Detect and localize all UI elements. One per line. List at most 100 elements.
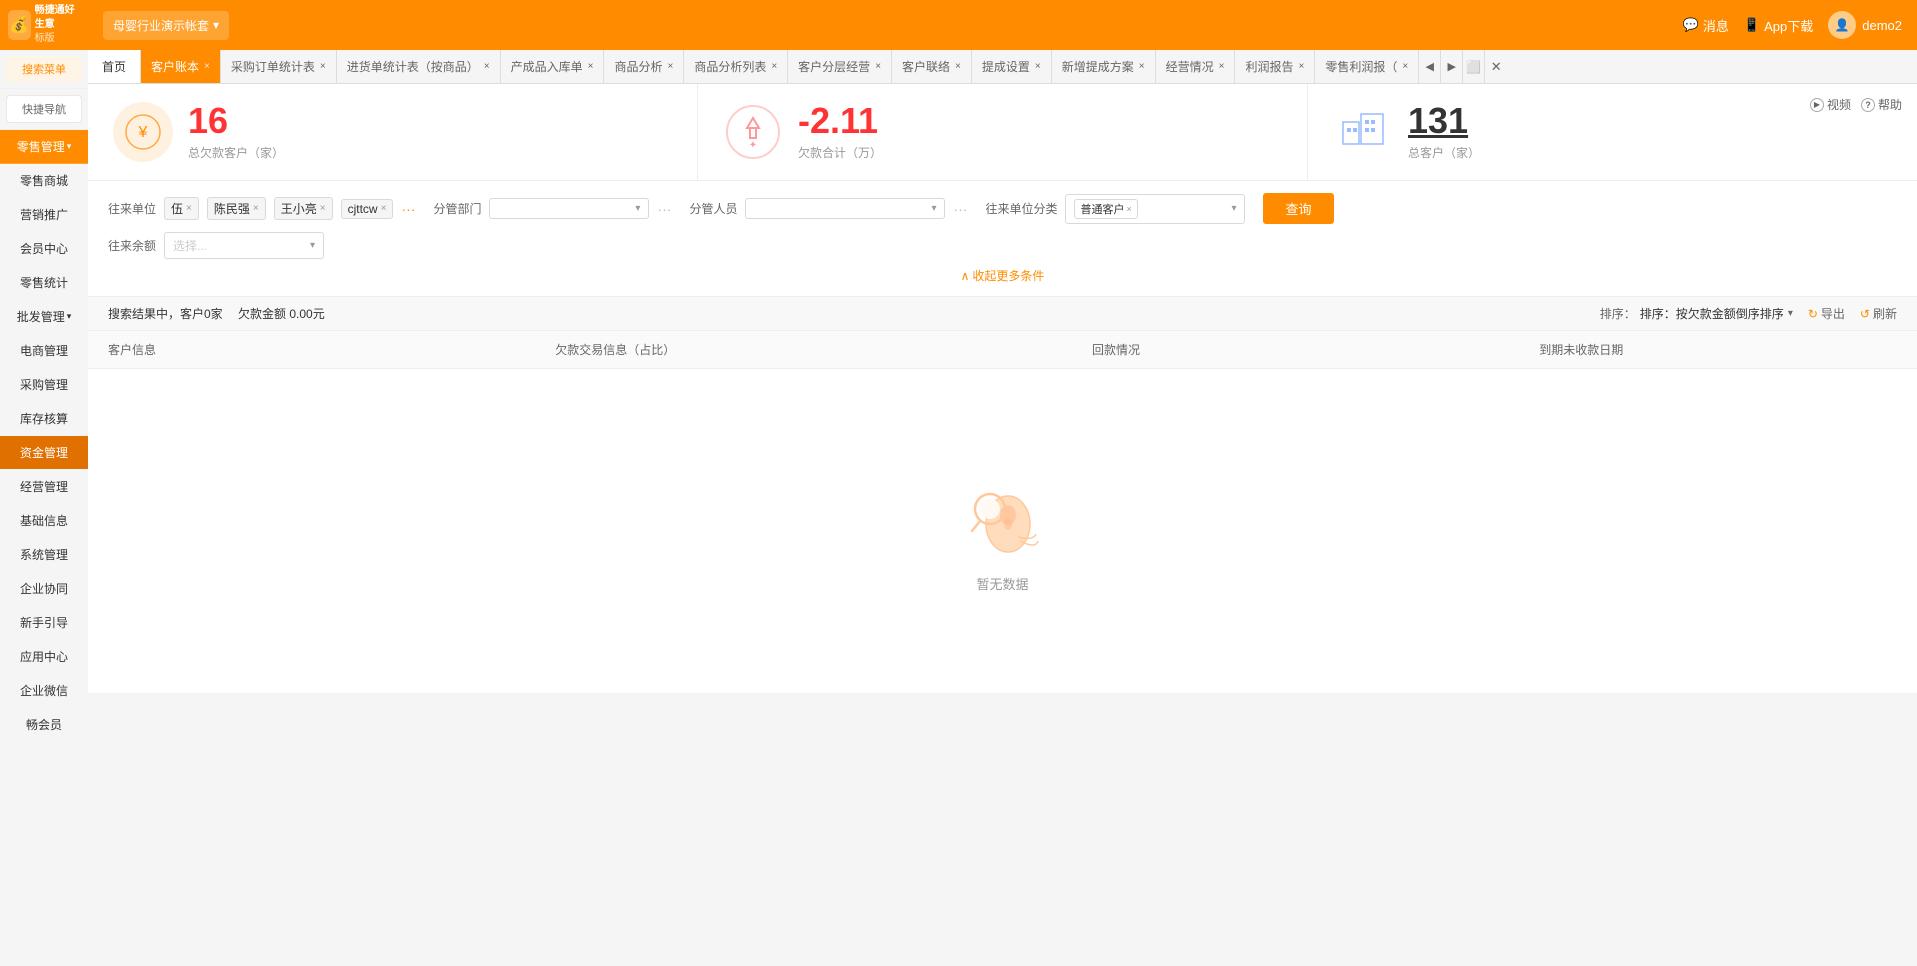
sidebar-item-basic-info[interactable]: 基础信息 (0, 504, 88, 538)
tab-business-situation[interactable]: 经营情况 × (1156, 50, 1236, 84)
close-icon-6[interactable]: × (771, 61, 777, 72)
tab-stock-stats[interactable]: 进货单统计表（按商品） × (337, 50, 501, 84)
unit-type-tag-close[interactable]: × (1126, 204, 1131, 214)
sidebar-item-operations[interactable]: 经营管理 (0, 470, 88, 504)
tag-unit-1[interactable]: 伍 × (164, 197, 199, 220)
close-icon-3[interactable]: × (484, 61, 490, 72)
close-icon-13[interactable]: × (1402, 61, 1408, 72)
tab-commission-settings[interactable]: 提成设置 × (972, 50, 1052, 84)
sidebar-item-newuser[interactable]: 新手引导 (0, 606, 88, 640)
sidebar-item-retail-mgmt[interactable]: 零售管理 ▾ (0, 130, 88, 164)
tag-close-1[interactable]: × (186, 203, 192, 214)
search-menu-btn[interactable]: 搜索菜单 (6, 56, 82, 82)
export-btn[interactable]: ↻ 导出 (1808, 305, 1845, 322)
stat-label-1: 总欠款客户（家） (188, 144, 284, 161)
close-icon-11[interactable]: × (1219, 61, 1225, 72)
tab-customer-contact[interactable]: 客户联络 × (892, 50, 972, 84)
person-dropdown[interactable]: ▾ (745, 198, 945, 219)
app-download-btn[interactable]: 📱 App下载 (1744, 16, 1813, 35)
user-profile[interactable]: 👤 demo2 (1828, 11, 1902, 39)
close-icon-2[interactable]: × (320, 61, 326, 72)
text-help-btn[interactable]: ? 帮助 (1861, 96, 1902, 113)
sidebar-item-marketing[interactable]: 营销推广 (0, 198, 88, 232)
stat-value-1: 16 (188, 103, 284, 139)
collapse-btn[interactable]: ∧ 收起更多条件 (961, 267, 1045, 284)
close-icon-5[interactable]: × (667, 61, 673, 72)
stat-value-2: -2.11 (798, 103, 882, 139)
col-customer-info: 客户信息 (108, 341, 555, 358)
tag-unit-3[interactable]: 王小亮 × (274, 197, 333, 220)
tag-close-4[interactable]: × (381, 203, 387, 214)
chevron-up-icon: ∧ (961, 269, 970, 283)
tab-home[interactable]: 首页 (88, 50, 141, 84)
query-button[interactable]: 查询 (1263, 193, 1333, 224)
svg-text:✦: ✦ (749, 140, 757, 151)
unit-type-dropdown[interactable]: 普通客户 × ▾ (1065, 194, 1245, 224)
sidebar-item-wholesale[interactable]: 批发管理 ▾ (0, 300, 88, 334)
tag-unit-2[interactable]: 陈民强 × (207, 197, 266, 220)
sidebar-item-inventory[interactable]: 库存核算 (0, 402, 88, 436)
quick-nav-btn[interactable]: 快捷导航 (6, 95, 82, 123)
close-icon-8[interactable]: × (955, 61, 961, 72)
tag-close-2[interactable]: × (253, 203, 259, 214)
sidebar-item-app-center[interactable]: 应用中心 (0, 640, 88, 674)
dept-more[interactable]: ··· (657, 201, 671, 217)
unit-type-label: 往来单位分类 (985, 200, 1057, 217)
tab-purchase-order[interactable]: 采购订单统计表 × (221, 50, 337, 84)
chevron-down-unit-type: ▾ (1231, 203, 1236, 214)
sidebar-item-member[interactable]: 畅会员 (0, 708, 88, 742)
sidebar-item-purchase[interactable]: 采购管理 (0, 368, 88, 402)
sidebar-item-retail-shop[interactable]: 零售商城 (0, 164, 88, 198)
video-help-btn[interactable]: ▶ 视频 (1810, 96, 1851, 113)
sidebar-item-member-center[interactable]: 会员中心 (0, 232, 88, 266)
sidebar-item-retail-stats[interactable]: 零售统计 (0, 266, 88, 300)
person-label: 分管人员 (689, 200, 737, 217)
col-repay-info: 回款情况 (1092, 341, 1539, 358)
tab-new-commission[interactable]: 新增提成方案 × (1052, 50, 1156, 84)
refresh-btn[interactable]: ↺ 刷新 (1860, 305, 1897, 322)
close-icon-7[interactable]: × (875, 61, 881, 72)
tab-customer-layer[interactable]: 客户分层经营 × (788, 50, 892, 84)
close-icon-1[interactable]: × (204, 61, 210, 72)
help-icon: ? (1861, 98, 1875, 112)
tab-product-inbound[interactable]: 产成品入库单 × (501, 50, 605, 84)
tag-more-dots[interactable]: ··· (401, 201, 415, 217)
sidebar-item-ecommerce[interactable]: 电商管理 (0, 334, 88, 368)
tab-nav-prev[interactable]: ◀ (1419, 50, 1441, 84)
results-info: 搜索结果中，客户0家 欠款金额 0.00元 (108, 305, 325, 322)
industry-selector[interactable]: 母婴行业演示帐套 ▾ (103, 11, 229, 40)
download-icon: 📱 (1744, 17, 1760, 33)
tag-unit-4[interactable]: cjttcw × (341, 199, 394, 219)
tab-nav-next[interactable]: ▶ (1441, 50, 1463, 84)
close-icon-9[interactable]: × (1035, 61, 1041, 72)
messages-btn[interactable]: 💬 消息 (1683, 16, 1729, 35)
close-icon-4[interactable]: × (588, 61, 594, 72)
tag-close-3[interactable]: × (320, 203, 326, 214)
chevron-down-icon-2: ▾ (67, 311, 72, 322)
tab-retail-profit[interactable]: 零售利润报（ × (1315, 50, 1419, 84)
unit-label: 往来单位 (108, 200, 156, 217)
balance-dropdown[interactable]: 选择... ▾ (164, 232, 324, 259)
tab-maximize[interactable]: ⬜ (1463, 50, 1485, 84)
person-more[interactable]: ··· (953, 201, 967, 217)
close-icon-12[interactable]: × (1298, 61, 1304, 72)
sidebar-item-cooperation[interactable]: 企业协同 (0, 572, 88, 606)
tab-product-analysis[interactable]: 商品分析 × (604, 50, 684, 84)
tab-close-all[interactable]: ✕ (1485, 50, 1507, 84)
close-icon-10[interactable]: × (1139, 61, 1145, 72)
sidebar-item-finance[interactable]: 资金管理 (0, 436, 88, 470)
sidebar-item-system[interactable]: 系统管理 (0, 538, 88, 572)
results-actions: 排序： 排序：按欠款金额倒序排序 ▾ ↻ 导出 ↺ 刷新 (1600, 305, 1897, 322)
dept-dropdown[interactable]: ▾ (489, 198, 649, 219)
tab-profit-report[interactable]: 利润报告 × (1235, 50, 1315, 84)
message-icon: 💬 (1683, 17, 1699, 33)
tab-product-analysis-list[interactable]: 商品分析列表 × (684, 50, 788, 84)
sort-dropdown[interactable]: 排序： 排序：按欠款金额倒序排序 ▾ (1600, 305, 1793, 322)
stat-label-2: 欠款合计（万） (798, 144, 882, 161)
tab-customer-ledger[interactable]: 客户账本 × (141, 50, 221, 84)
sidebar-item-enterprise-wechat[interactable]: 企业微信 (0, 674, 88, 708)
empty-icon (958, 469, 1048, 559)
unit-type-tag: 普通客户 × (1074, 199, 1137, 219)
top-header: 母婴行业演示帐套 ▾ 💬 消息 📱 App下载 👤 demo2 (88, 0, 1917, 50)
chevron-down-icon: ▾ (67, 141, 72, 152)
